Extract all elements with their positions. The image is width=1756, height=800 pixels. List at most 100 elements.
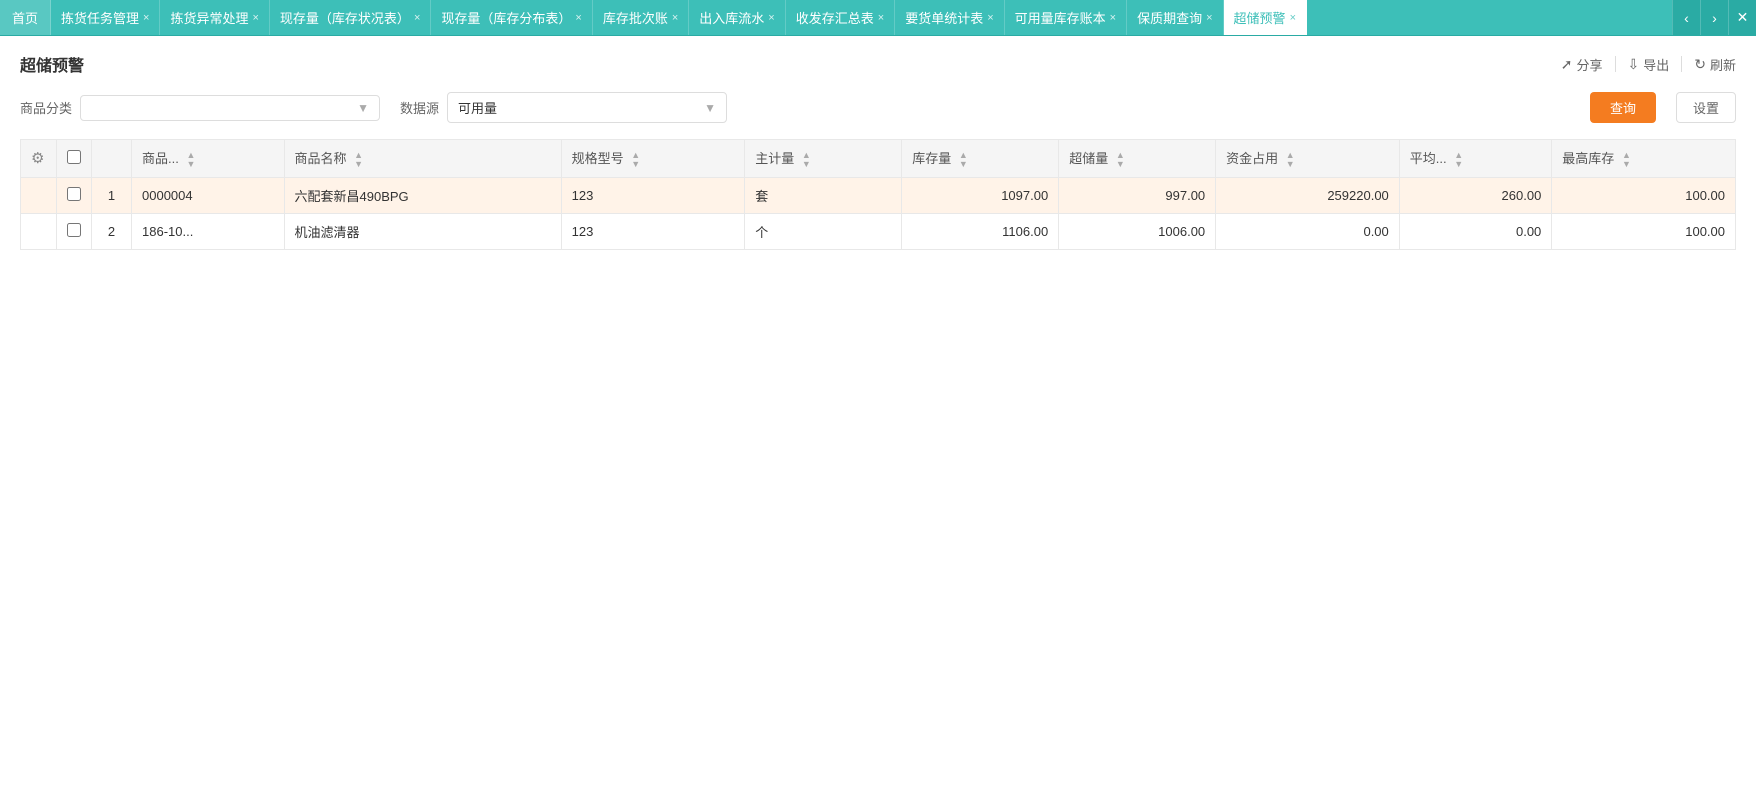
datasource-select[interactable]: 可用量 ▼ <box>447 92 727 123</box>
nav-item-7[interactable]: 要货单统计表 × <box>895 0 1004 35</box>
th-num <box>92 140 132 178</box>
nav-prev-btn[interactable]: ‹ <box>1672 0 1700 36</box>
th-avg[interactable]: 平均... ▲▼ <box>1399 140 1552 178</box>
row-checkbox-0[interactable] <box>67 187 81 201</box>
table-row: 1 0000004 六配套新昌490BPG 123 套 1097.00 997.… <box>21 177 1736 213</box>
nav-item-6[interactable]: 收发存汇总表 × <box>786 0 895 35</box>
th-capital-label: 资金占用 <box>1226 151 1278 166</box>
th-stock-sort[interactable]: ▲▼ <box>959 151 968 169</box>
nav-close-btn[interactable]: ✕ <box>1728 0 1756 36</box>
td-code-0: 0000004 <box>132 177 285 213</box>
th-stock-label: 库存量 <box>912 151 951 166</box>
nav-item-9-label: 保质期查询 <box>1137 8 1202 27</box>
nav-item-9[interactable]: 保质期查询 × <box>1127 0 1223 35</box>
nav-item-10[interactable]: 超储预警 × <box>1224 0 1307 35</box>
category-filter-group: 商品分类 ▼ <box>20 95 380 121</box>
th-code-label: 商品... <box>142 151 179 166</box>
th-capital-sort[interactable]: ▲▼ <box>1286 151 1295 169</box>
nav-item-0-label: 拣货任务管理 <box>61 8 139 27</box>
data-table: ⚙ 商品... ▲▼ 商品名称 ▲▼ 规格型号 ▲▼ <box>20 139 1736 250</box>
nav-item-6-close[interactable]: × <box>878 12 884 24</box>
th-unit-sort[interactable]: ▲▼ <box>802 151 811 169</box>
th-max[interactable]: 最高库存 ▲▼ <box>1552 140 1736 178</box>
nav-item-10-close[interactable]: × <box>1290 12 1296 24</box>
td-stock-0: 1097.00 <box>902 177 1059 213</box>
table-header: ⚙ 商品... ▲▼ 商品名称 ▲▼ 规格型号 ▲▼ <box>21 140 1736 178</box>
category-select-arrow: ▼ <box>357 101 369 115</box>
th-settings[interactable]: ⚙ <box>21 140 57 178</box>
refresh-label: 刷新 <box>1710 55 1736 74</box>
divider-1 <box>1615 56 1616 72</box>
datasource-select-arrow: ▼ <box>704 101 716 115</box>
th-over[interactable]: 超储量 ▲▼ <box>1059 140 1216 178</box>
nav-home[interactable]: 首页 <box>0 0 51 35</box>
nav-item-0-close[interactable]: × <box>143 12 149 24</box>
share-button[interactable]: ➚ 分享 <box>1561 55 1603 74</box>
td-checkbox-1[interactable] <box>57 213 92 249</box>
nav-item-3[interactable]: 现存量（库存分布表） × <box>431 0 592 35</box>
th-avg-sort[interactable]: ▲▼ <box>1454 151 1463 169</box>
nav-item-10-label: 超储预警 <box>1234 8 1286 27</box>
refresh-icon: ↻ <box>1694 56 1706 73</box>
nav-item-2[interactable]: 现存量（库存状况表） × <box>270 0 431 35</box>
th-spec[interactable]: 规格型号 ▲▼ <box>561 140 745 178</box>
nav-next-btn[interactable]: › <box>1700 0 1728 36</box>
th-max-label: 最高库存 <box>1562 151 1614 166</box>
divider-2 <box>1681 56 1682 72</box>
row-checkbox-1[interactable] <box>67 223 81 237</box>
nav-item-8-close[interactable]: × <box>1110 12 1116 24</box>
datasource-label: 数据源 <box>400 98 439 117</box>
td-settings-0 <box>21 177 57 213</box>
nav-item-1-label: 拣货异常处理 <box>170 8 248 27</box>
td-avg-0: 260.00 <box>1399 177 1552 213</box>
th-code[interactable]: 商品... ▲▼ <box>132 140 285 178</box>
nav-item-1[interactable]: 拣货异常处理 × <box>160 0 269 35</box>
th-capital[interactable]: 资金占用 ▲▼ <box>1216 140 1400 178</box>
nav-item-1-close[interactable]: × <box>252 12 258 24</box>
settings-button[interactable]: 设置 <box>1676 92 1736 123</box>
datasource-filter-group: 数据源 可用量 ▼ <box>400 92 727 123</box>
th-name-sort[interactable]: ▲▼ <box>354 151 363 169</box>
nav-item-4-close[interactable]: × <box>672 12 678 24</box>
settings-gear-icon[interactable]: ⚙ <box>31 150 44 167</box>
nav-item-5[interactable]: 出入库流水 × <box>689 0 785 35</box>
nav-item-7-close[interactable]: × <box>987 12 993 24</box>
th-spec-sort[interactable]: ▲▼ <box>631 151 640 169</box>
category-select[interactable]: ▼ <box>80 95 380 121</box>
th-code-sort[interactable]: ▲▼ <box>186 151 195 169</box>
nav-item-8[interactable]: 可用量库存账本 × <box>1005 0 1127 35</box>
nav-item-4-label: 库存批次账 <box>603 8 668 27</box>
th-spec-label: 规格型号 <box>572 151 624 166</box>
share-icon: ➚ <box>1561 56 1573 73</box>
table-row: 2 186-10... 机油滤清器 123 个 1106.00 1006.00 … <box>21 213 1736 249</box>
td-unit-0: 套 <box>745 177 902 213</box>
td-checkbox-0[interactable] <box>57 177 92 213</box>
th-over-label: 超储量 <box>1069 151 1108 166</box>
nav-arrows: ‹ › ✕ <box>1672 0 1756 36</box>
th-avg-label: 平均... <box>1410 151 1447 166</box>
refresh-button[interactable]: ↻ 刷新 <box>1694 55 1736 74</box>
nav-item-5-close[interactable]: × <box>768 12 774 24</box>
td-settings-1 <box>21 213 57 249</box>
th-max-sort[interactable]: ▲▼ <box>1622 151 1631 169</box>
nav-item-2-close[interactable]: × <box>414 12 420 24</box>
export-button[interactable]: ⇩ 导出 <box>1628 55 1670 74</box>
td-over-1: 1006.00 <box>1059 213 1216 249</box>
nav-item-0[interactable]: 拣货任务管理 × <box>51 0 160 35</box>
th-name[interactable]: 商品名称 ▲▼ <box>284 140 561 178</box>
top-nav: 首页 拣货任务管理 × 拣货异常处理 × 现存量（库存状况表） × 现存量（库存… <box>0 0 1756 36</box>
td-capital-0: 259220.00 <box>1216 177 1400 213</box>
select-all-checkbox[interactable] <box>67 150 81 164</box>
query-button[interactable]: 查询 <box>1590 92 1656 123</box>
table-body: 1 0000004 六配套新昌490BPG 123 套 1097.00 997.… <box>21 177 1736 249</box>
nav-item-3-label: 现存量（库存分布表） <box>441 8 571 27</box>
nav-item-9-close[interactable]: × <box>1206 12 1212 24</box>
nav-item-4[interactable]: 库存批次账 × <box>593 0 689 35</box>
th-checkbox[interactable] <box>57 140 92 178</box>
th-stock[interactable]: 库存量 ▲▼ <box>902 140 1059 178</box>
filter-bar: 商品分类 ▼ 数据源 可用量 ▼ 查询 设置 <box>20 92 1736 123</box>
nav-item-3-close[interactable]: × <box>575 12 581 24</box>
th-unit[interactable]: 主计量 ▲▼ <box>745 140 902 178</box>
export-label: 导出 <box>1643 55 1669 74</box>
th-over-sort[interactable]: ▲▼ <box>1116 151 1125 169</box>
